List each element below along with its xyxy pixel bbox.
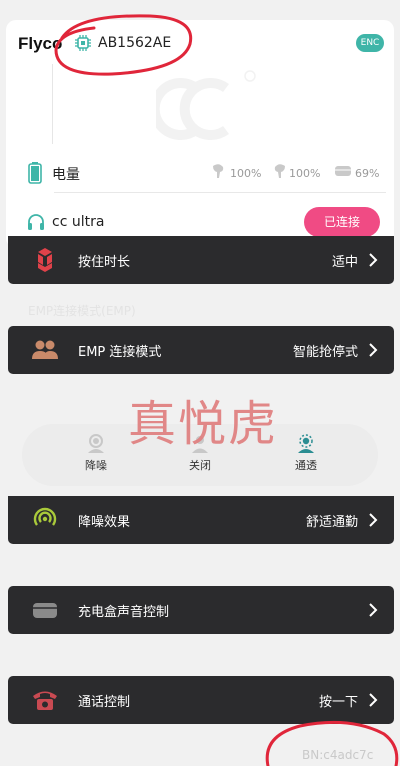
divider-vertical <box>52 64 53 144</box>
telephone-icon <box>33 691 57 710</box>
row-label: 降噪效果 <box>78 515 131 530</box>
signal-icon <box>33 507 57 526</box>
device-id: AB1562AE <box>98 35 172 51</box>
row-call-control[interactable]: 通话控制 按一下 <box>8 676 394 724</box>
anc-option-label: 关闭 <box>189 459 211 472</box>
chevron-right-icon <box>369 693 378 707</box>
chevron-right-icon <box>369 253 378 267</box>
enc-badge[interactable]: ENC <box>356 34 384 52</box>
row-value: 智能抢停式 <box>292 345 358 360</box>
section-caption: EMP连接模式(EMP) <box>28 304 136 318</box>
row-label: 通话控制 <box>78 695 131 710</box>
case-battery: 69% <box>355 167 380 180</box>
brand-title: Flyco <box>18 34 63 53</box>
row-anc-effect[interactable]: 降噪效果 舒适通勤 <box>8 496 394 544</box>
row-value: 适中 <box>331 255 358 270</box>
anc-option-noise-cancel[interactable]: 降噪 <box>56 432 136 482</box>
chevron-right-icon <box>369 513 378 527</box>
watermark-stamp-text: 真悦虎 <box>128 396 279 452</box>
headphone-name: cc ultra <box>52 214 105 230</box>
device-card: Flyco AB1562AE ENC 电量 100% 100% 69% cc u… <box>6 20 394 248</box>
build-number: BN:c4adc7c <box>302 748 374 762</box>
users-icon <box>32 340 58 359</box>
noise-cancel-icon <box>88 434 104 453</box>
row-value: 按一下 <box>318 695 358 710</box>
connected-button[interactable]: 已连接 <box>304 207 380 237</box>
chevron-right-icon <box>369 343 378 357</box>
left-earbud-battery: 100% <box>230 167 262 180</box>
headphone-icon <box>28 214 44 230</box>
charging-case-icon <box>33 603 57 618</box>
row-press-duration[interactable]: 按住时长 适中 <box>8 236 394 284</box>
anc-option-label: 通透 <box>295 459 317 472</box>
row-label: 充电盒声音控制 <box>78 605 170 620</box>
row-label: EMP 连接模式 <box>78 345 162 360</box>
right-earbud-battery: 100% <box>289 167 321 180</box>
chevron-right-icon <box>369 603 378 617</box>
row-emp-mode[interactable]: EMP 连接模式 智能抢停式 <box>8 326 394 374</box>
transparency-icon <box>298 434 314 453</box>
row-value: 舒适通勤 <box>305 515 358 530</box>
chip-icon <box>75 35 91 51</box>
brand-logo-watermark <box>156 70 256 140</box>
left-earbud-icon <box>213 164 224 178</box>
battery-label: 电量 <box>52 167 80 183</box>
row-case-sound[interactable]: 充电盒声音控制 <box>8 586 394 634</box>
divider <box>54 192 386 193</box>
charging-case-icon <box>335 166 351 176</box>
press-hold-icon <box>38 248 52 272</box>
row-label: 按住时长 <box>78 255 131 270</box>
right-earbud-icon <box>274 164 285 178</box>
anc-option-label: 降噪 <box>85 459 107 472</box>
battery-icon <box>28 162 42 184</box>
